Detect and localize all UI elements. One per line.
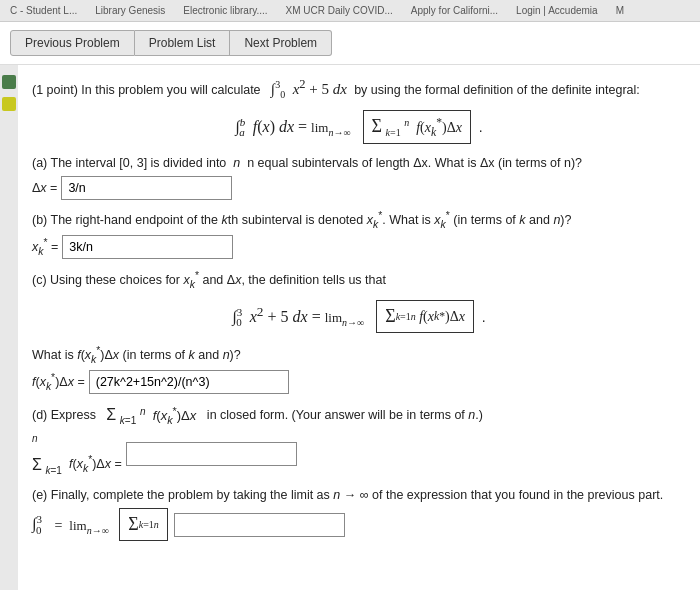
sum-input[interactable] (126, 442, 297, 466)
part-e-section: (e) Finally, complete the problem by tak… (32, 486, 686, 542)
sidebar-dot-green (2, 75, 16, 89)
part-e-answer-row: ∫30 = limn→∞ Σ k=1 n (32, 508, 686, 541)
content-area: (1 point) In this problem you will calcu… (0, 65, 700, 590)
part-c-section: (c) Using these choices for xk* and Δx, … (32, 268, 686, 395)
next-problem-button[interactable]: Next Problem (230, 30, 332, 56)
left-sidebar (0, 65, 18, 590)
tab-login[interactable]: Login | Accudemia (510, 3, 604, 18)
part-e-input[interactable] (174, 513, 345, 537)
fxk-label: f(xk*)Δx = (32, 370, 85, 394)
part-a-label: (a) The interval [0, 3] is divided into … (32, 154, 686, 173)
xk-label: xk* = (32, 235, 58, 259)
problem-content: (1 point) In this problem you will calcu… (18, 65, 700, 590)
problem-list-button[interactable]: Problem List (135, 30, 231, 56)
main-area: Previous Problem Problem List Next Probl… (0, 22, 700, 590)
tab-apply[interactable]: Apply for Californi... (405, 3, 504, 18)
problem-intro: (1 point) In this problem you will calcu… (32, 75, 686, 102)
part-a-answer-row: Δx = (32, 176, 686, 200)
browser-bar: C - Student L... Library Genesis Electro… (0, 0, 700, 22)
by-text: by using the formal definition of the de… (354, 83, 640, 97)
tab-electronic[interactable]: Electronic library.... (177, 3, 273, 18)
part-d-label: (d) Express Σ k=1 n f(xk*)Δx in closed f… (32, 402, 686, 427)
delta-x-label: Δx = (32, 179, 57, 198)
fxk-input[interactable] (89, 370, 289, 394)
part-c-label: (c) Using these choices for xk* and Δx, … (32, 268, 686, 292)
problem-toolbar: Previous Problem Problem List Next Probl… (0, 22, 700, 65)
part-c-answer-row: f(xk*)Δx = (32, 370, 686, 394)
tab-student[interactable]: C - Student L... (4, 3, 83, 18)
part-d-section: (d) Express Σ k=1 n f(xk*)Δx in closed f… (32, 402, 686, 477)
part-b-section: (b) The right-hand endpoint of the kth s… (32, 208, 686, 260)
part-e-lim: = limn→∞ Σ k=1 n (47, 508, 167, 541)
part-b-label: (b) The right-hand endpoint of the kth s… (32, 208, 686, 232)
tab-m[interactable]: M (610, 3, 630, 18)
sum-label: n Σ k=1 f(xk*)Δx = (32, 431, 122, 478)
part-e-label: (e) Finally, complete the problem by tak… (32, 486, 686, 505)
formal-definition-block: ∫ba f(x) dx = limn→∞ Σ k=1 n f(xk*)Δx . (32, 110, 686, 144)
delta-x-input[interactable] (61, 176, 232, 200)
part-a-section: (a) The interval [0, 3] is divided into … (32, 154, 686, 200)
sidebar-dot-yellow (2, 97, 16, 111)
part-c-math: ∫30 x2 + 5 dx = limn→∞ Σ k=1 n f(xk*)Δx … (32, 300, 686, 333)
intro-text: (1 point) In this problem you will calcu… (32, 83, 261, 97)
tab-ucr[interactable]: XM UCR Daily COVID... (280, 3, 399, 18)
part-b-answer-row: xk* = (32, 235, 686, 259)
tab-library[interactable]: Library Genesis (89, 3, 171, 18)
part-d-answer-row: n Σ k=1 f(xk*)Δx = (32, 431, 686, 478)
inline-integral: ∫30 x2 + 5 dx (271, 81, 351, 97)
prev-problem-button[interactable]: Previous Problem (10, 30, 135, 56)
part-c-what: What is f(xk*)Δx (in terms of k and n)? (32, 343, 686, 367)
part-e-integral: ∫30 (32, 511, 41, 538)
xk-input[interactable] (62, 235, 233, 259)
